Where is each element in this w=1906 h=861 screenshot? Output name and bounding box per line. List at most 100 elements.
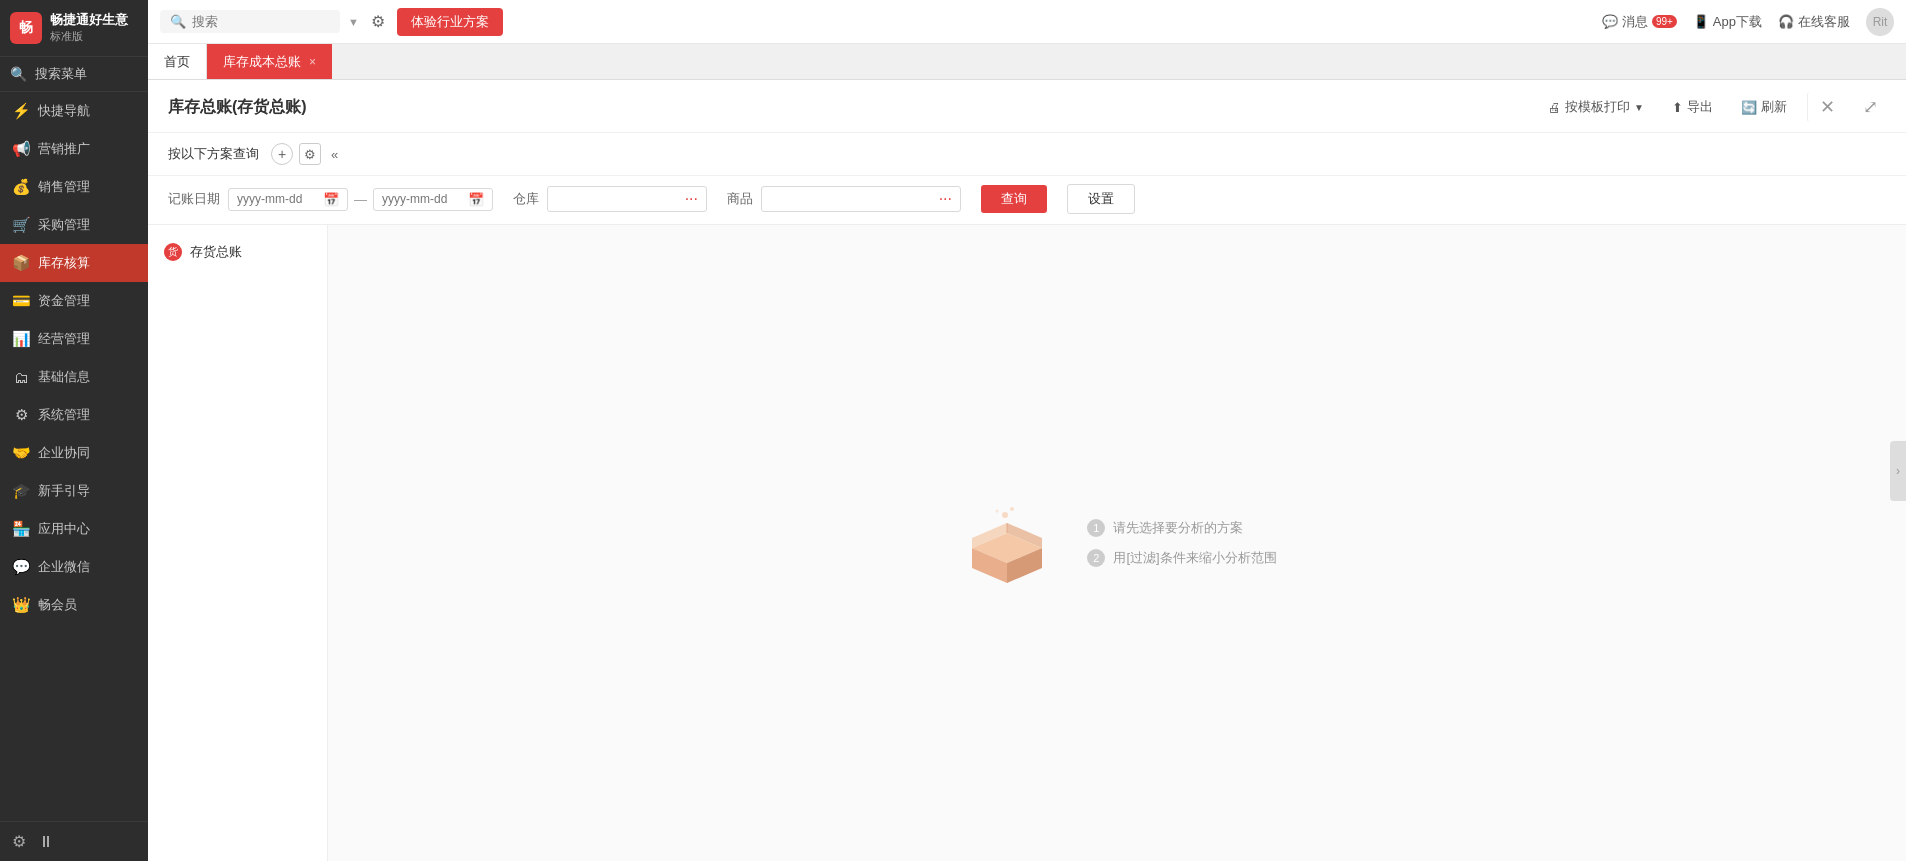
sales-icon: 💰 bbox=[12, 178, 30, 196]
sidebar-logo: 畅 畅捷通好生意 标准版 bbox=[0, 0, 148, 57]
export-btn[interactable]: ⬆ 导出 bbox=[1664, 94, 1721, 120]
main-content-area: 1 请先选择要分析的方案 2 用[过滤]条件来缩小分析范围 bbox=[328, 225, 1906, 861]
print-icon: 🖨 bbox=[1548, 100, 1561, 115]
product-more-icon[interactable]: ··· bbox=[939, 190, 952, 208]
svg-point-6 bbox=[1002, 512, 1008, 518]
date-input-end[interactable]: 📅 bbox=[373, 188, 493, 211]
empty-illustration bbox=[957, 493, 1057, 593]
message-item[interactable]: 💬 消息 99+ bbox=[1602, 13, 1677, 31]
inventory-label: 库存核算 bbox=[38, 254, 136, 272]
tab-inventory-ledger[interactable]: 库存成本总账 × bbox=[207, 44, 332, 79]
tab-home-label: 首页 bbox=[164, 53, 190, 71]
settings-btn[interactable]: 设置 bbox=[1067, 184, 1135, 214]
topbar-dropdown-arrow[interactable]: ▼ bbox=[348, 16, 359, 28]
topbar-search-input[interactable] bbox=[192, 14, 330, 29]
panel-expand-icon[interactable]: ⤢ bbox=[1863, 96, 1878, 118]
filter-row: 按以下方案查询 + ⚙ « bbox=[148, 133, 1906, 176]
sidebar-menu: ⚡ 快捷导航 📢 营销推广 💰 销售管理 🛒 采购管理 📦 库存核算 💳 资金管… bbox=[0, 92, 148, 821]
export-label: 导出 bbox=[1687, 98, 1713, 116]
box-illustration bbox=[957, 493, 1057, 593]
search-btn[interactable]: 查询 bbox=[981, 185, 1047, 213]
tab-close-icon[interactable]: × bbox=[309, 55, 316, 69]
filter-add-btn[interactable]: + bbox=[271, 143, 293, 165]
vip-icon: 👑 bbox=[12, 596, 30, 614]
warehouse-select[interactable]: ··· bbox=[547, 186, 707, 212]
headset-icon: 🎧 bbox=[1778, 14, 1794, 29]
message-badge: 99+ bbox=[1652, 15, 1677, 28]
tab-active-label: 库存成本总账 bbox=[223, 53, 301, 71]
date-input-start[interactable]: 📅 bbox=[228, 188, 348, 211]
online-service-item[interactable]: 🎧 在线客服 bbox=[1778, 13, 1850, 31]
sidebar-item-quick-nav[interactable]: ⚡ 快捷导航 bbox=[0, 92, 148, 130]
content-header: 库存总账(存货总账) 🖨 按模板打印 ▼ ⬆ 导出 🔄 刷新 ✕ bbox=[148, 80, 1906, 133]
sidebar-item-corp[interactable]: 🤝 企业协同 bbox=[0, 434, 148, 472]
page-title: 库存总账(存货总账) bbox=[168, 97, 307, 118]
hint-number-1: 1 bbox=[1087, 519, 1105, 537]
user-avatar[interactable]: Rit bbox=[1866, 8, 1894, 36]
calendar-end-icon[interactable]: 📅 bbox=[468, 192, 484, 207]
refresh-icon: 🔄 bbox=[1741, 100, 1757, 115]
sidebar-item-basic[interactable]: 🗂 基础信息 bbox=[0, 358, 148, 396]
print-dropdown-icon[interactable]: ▼ bbox=[1634, 102, 1644, 113]
filter-collapse-btn[interactable]: « bbox=[327, 145, 342, 164]
empty-hints: 1 请先选择要分析的方案 2 用[过滤]条件来缩小分析范围 bbox=[1087, 519, 1276, 567]
sidebar-item-finance[interactable]: 💳 资金管理 bbox=[0, 282, 148, 320]
sidebar-item-guide[interactable]: 🎓 新手引导 bbox=[0, 472, 148, 510]
system-icon: ⚙ bbox=[12, 406, 30, 424]
sidebar-item-system[interactable]: ⚙ 系统管理 bbox=[0, 396, 148, 434]
hint-number-2: 2 bbox=[1087, 549, 1105, 567]
header-actions: 🖨 按模板打印 ▼ ⬆ 导出 🔄 刷新 ✕ ⤢ bbox=[1540, 92, 1886, 122]
settings-footer-icon[interactable]: ⚙ bbox=[12, 832, 26, 851]
sidebar-item-sales[interactable]: 💰 销售管理 bbox=[0, 168, 148, 206]
marketing-icon: 📢 bbox=[12, 140, 30, 158]
date-start-input[interactable] bbox=[237, 192, 317, 206]
wechat-label: 企业微信 bbox=[38, 558, 136, 576]
date-filter-label: 记账日期 bbox=[168, 190, 220, 208]
sales-label: 销售管理 bbox=[38, 178, 136, 196]
filter-setting-btn[interactable]: ⚙ bbox=[299, 143, 321, 165]
print-btn[interactable]: 🖨 按模板打印 ▼ bbox=[1540, 94, 1652, 120]
quick-nav-icon: ⚡ bbox=[12, 102, 30, 120]
sidebar-search[interactable]: 🔍 搜索菜单 bbox=[0, 57, 148, 92]
sidebar-item-appstore[interactable]: 🏪 应用中心 bbox=[0, 510, 148, 548]
sidebar-item-inventory[interactable]: 📦 库存核算 bbox=[0, 244, 148, 282]
sidebar-item-operation[interactable]: 📊 经营管理 bbox=[0, 320, 148, 358]
app-download-item[interactable]: 📱 App下载 bbox=[1693, 13, 1762, 31]
topbar-search-box[interactable]: 🔍 bbox=[160, 10, 340, 33]
tab-home[interactable]: 首页 bbox=[148, 44, 207, 79]
product-filter-item: 商品 ··· bbox=[727, 186, 961, 212]
industry-btn[interactable]: 体验行业方案 bbox=[397, 8, 503, 36]
warehouse-more-icon[interactable]: ··· bbox=[685, 190, 698, 208]
hint-text-2: 用[过滤]条件来缩小分析范围 bbox=[1113, 549, 1276, 567]
main-area: 🔍 ▼ ⚙ 体验行业方案 💬 消息 99+ 📱 App下载 🎧 在线客服 Rit bbox=[148, 0, 1906, 861]
wechat-icon: 💬 bbox=[12, 558, 30, 576]
product-select[interactable]: ··· bbox=[761, 186, 961, 212]
sidebar-item-vip[interactable]: 👑 畅会员 bbox=[0, 586, 148, 624]
date-end-input[interactable] bbox=[382, 192, 462, 206]
warehouse-filter-label: 仓库 bbox=[513, 190, 539, 208]
sidebar-item-purchase[interactable]: 🛒 采购管理 bbox=[0, 206, 148, 244]
basic-icon: 🗂 bbox=[12, 369, 30, 386]
product-filter-label: 商品 bbox=[727, 190, 753, 208]
message-label: 消息 bbox=[1622, 13, 1648, 31]
left-panel-item-inventory[interactable]: 货 存货总账 bbox=[148, 235, 327, 269]
refresh-label: 刷新 bbox=[1761, 98, 1787, 116]
panel-body: 货 存货总账 bbox=[148, 225, 1906, 861]
inventory-dot-icon: 货 bbox=[164, 243, 182, 261]
topbar-gear-icon[interactable]: ⚙ bbox=[367, 8, 389, 35]
search-icon: 🔍 bbox=[10, 66, 27, 82]
sidebar-item-marketing[interactable]: 📢 营销推广 bbox=[0, 130, 148, 168]
audio-footer-icon[interactable]: ⏸ bbox=[38, 833, 54, 851]
svg-point-7 bbox=[1010, 507, 1014, 511]
corp-icon: 🤝 bbox=[12, 444, 30, 462]
sidebar-item-wechat[interactable]: 💬 企业微信 bbox=[0, 548, 148, 586]
calendar-start-icon[interactable]: 📅 bbox=[323, 192, 339, 207]
guide-label: 新手引导 bbox=[38, 482, 136, 500]
brand-name: 畅捷通好生意 bbox=[50, 12, 128, 29]
panel-close-icon[interactable]: ✕ bbox=[1820, 96, 1835, 118]
right-panel-handle[interactable]: › bbox=[1890, 441, 1906, 501]
refresh-btn[interactable]: 🔄 刷新 bbox=[1733, 94, 1795, 120]
sidebar-footer: ⚙ ⏸ bbox=[0, 821, 148, 861]
basic-label: 基础信息 bbox=[38, 368, 136, 386]
print-label: 按模板打印 bbox=[1565, 98, 1630, 116]
